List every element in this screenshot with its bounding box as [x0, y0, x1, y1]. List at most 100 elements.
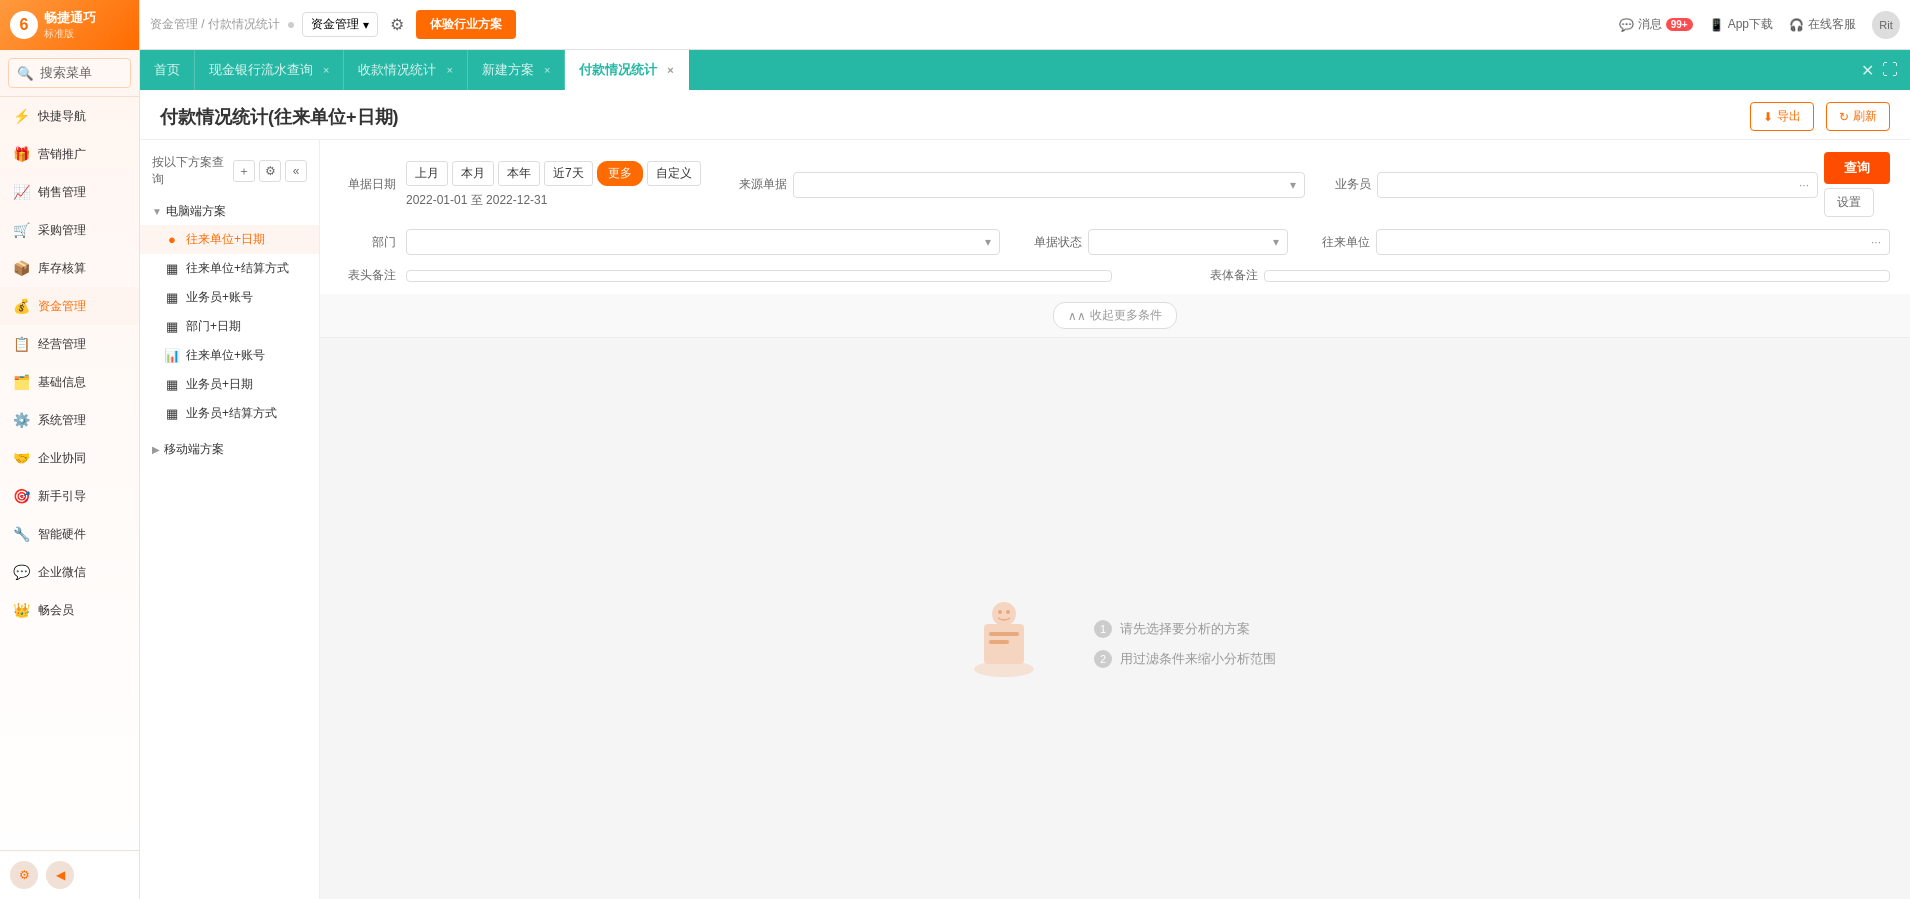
topbar: 资金管理 / 付款情况统计 资金管理 ▾ ⚙ 体验行业方案 💬 消息 99+ 📱…: [140, 0, 1910, 50]
sidebar-item-label: 资金管理: [38, 298, 86, 315]
app-download-button[interactable]: 📱 App下载: [1709, 16, 1773, 33]
scheme-grid-icon: ▦: [164, 377, 180, 393]
sidebar-item-basic-info[interactable]: 🗂️ 基础信息: [0, 363, 139, 401]
collapse-panel-button[interactable]: «: [285, 160, 307, 182]
export-button[interactable]: ⬇ 导出: [1750, 102, 1814, 131]
breadcrumb-dropdown[interactable]: 资金管理 ▾: [302, 12, 378, 37]
tab-home[interactable]: 首页: [140, 50, 195, 90]
online-service-button[interactable]: 🎧 在线客服: [1789, 16, 1856, 33]
scheme-staff-date[interactable]: ▦ 业务员+日期: [140, 370, 319, 399]
dept-input[interactable]: ▾: [406, 229, 1000, 255]
tab-receipt-close[interactable]: ×: [446, 64, 452, 76]
sidebar-item-member[interactable]: 👑 畅会员: [0, 591, 139, 629]
partner-input[interactable]: ···: [1376, 229, 1890, 255]
scheme-label: 往来单位+账号: [186, 347, 265, 364]
date-range-display: 2022-01-01 至 2022-12-31: [406, 192, 701, 209]
user-avatar[interactable]: Rit: [1872, 11, 1900, 39]
scheme-staff-settle[interactable]: ▦ 业务员+结算方式: [140, 399, 319, 428]
collapse-sidebar-button[interactable]: ◀: [46, 861, 74, 889]
tab-new-scheme-label: 新建方案: [482, 61, 534, 79]
settings-button[interactable]: 设置: [1824, 188, 1874, 217]
desktop-section-header[interactable]: ▼ 电脑端方案: [140, 198, 319, 225]
date-custom-btn[interactable]: 自定义: [647, 161, 701, 186]
close-all-tabs-button[interactable]: ✕: [1861, 61, 1874, 80]
tab-payment-close[interactable]: ×: [667, 64, 673, 76]
sidebar-item-purchase[interactable]: 🛒 采购管理: [0, 211, 139, 249]
app-subtitle: 标准版: [44, 27, 96, 41]
sidebar-item-finance[interactable]: 💰 资金管理: [0, 287, 139, 325]
date-this-month-btn[interactable]: 本月: [452, 161, 494, 186]
collapse-conditions-button[interactable]: ∧∧ 收起更多条件: [1053, 302, 1177, 329]
sidebar-item-sales[interactable]: 📈 销售管理: [0, 173, 139, 211]
tab-bank-close[interactable]: ×: [323, 64, 329, 76]
sidebar-item-inventory[interactable]: 📦 库存核算: [0, 249, 139, 287]
settings-footer-button[interactable]: ⚙: [10, 861, 38, 889]
tab-receipt[interactable]: 收款情况统计 ×: [344, 50, 467, 90]
empty-step-1-text: 请先选择要分析的方案: [1120, 620, 1250, 638]
sales-icon: 📈: [12, 183, 30, 201]
scheme-dept-date[interactable]: ▦ 部门+日期: [140, 312, 319, 341]
left-scheme-panel: 按以下方案查询 ＋ ⚙ « ▼ 电脑端方案 ● 往来单位+日期: [140, 140, 320, 899]
svg-point-4: [992, 602, 1016, 626]
tab-bank[interactable]: 现金银行流水查询 ×: [195, 50, 344, 90]
empty-step-2-text: 用过滤条件来缩小分析范围: [1120, 650, 1276, 668]
date-more-btn[interactable]: 更多: [597, 161, 643, 186]
scheme-grid-icon: ▦: [164, 406, 180, 422]
sidebar-item-wechat[interactable]: 💬 企业微信: [0, 553, 139, 591]
try-industry-button[interactable]: 体验行业方案: [416, 10, 516, 39]
guide-icon: 🎯: [12, 487, 30, 505]
sidebar-item-operations[interactable]: 📋 经营管理: [0, 325, 139, 363]
source-input[interactable]: ▾: [793, 172, 1306, 198]
search-menu-button[interactable]: 🔍 搜索菜单: [8, 58, 131, 88]
header-note-input[interactable]: [406, 270, 1112, 282]
content-inner: 按以下方案查询 ＋ ⚙ « ▼ 电脑端方案 ● 往来单位+日期: [140, 140, 1910, 899]
messages-button[interactable]: 💬 消息 99+: [1619, 16, 1693, 33]
sidebar-item-marketing[interactable]: 🎁 营销推广: [0, 135, 139, 173]
scheme-label: 往来单位+结算方式: [186, 260, 289, 277]
left-panel-header: 按以下方案查询 ＋ ⚙ «: [140, 148, 319, 194]
body-note-input[interactable]: [1264, 270, 1890, 282]
scheme-partner-date[interactable]: ● 往来单位+日期: [140, 225, 319, 254]
chevron-down-icon: ▾: [1290, 178, 1296, 192]
sidebar-item-label: 经营管理: [38, 336, 86, 353]
sidebar-item-quick-nav[interactable]: ⚡ 快捷导航: [0, 97, 139, 135]
edit-scheme-button[interactable]: ⚙: [259, 160, 281, 182]
sidebar-item-guide[interactable]: 🎯 新手引导: [0, 477, 139, 515]
add-scheme-button[interactable]: ＋: [233, 160, 255, 182]
svg-rect-2: [989, 632, 1019, 636]
search-icon: 🔍: [17, 66, 34, 81]
doc-status-input[interactable]: ▾: [1088, 229, 1288, 255]
sidebar-item-label: 快捷导航: [38, 108, 86, 125]
purchase-icon: 🛒: [12, 221, 30, 239]
sidebar-item-enterprise[interactable]: 🤝 企业协同: [0, 439, 139, 477]
sidebar-item-label: 企业协同: [38, 450, 86, 467]
scheme-partner-account[interactable]: 📊 往来单位+账号: [140, 341, 319, 370]
doc-status-filter-label: 单据状态: [1026, 234, 1082, 251]
sidebar-item-label: 采购管理: [38, 222, 86, 239]
date-last-month-btn[interactable]: 上月: [406, 161, 448, 186]
scheme-label: 业务员+结算方式: [186, 405, 277, 422]
desktop-scheme-section: ▼ 电脑端方案 ● 往来单位+日期 ▦ 往来单位+结算方式 ▦ 业务员+账号: [140, 194, 319, 432]
refresh-button[interactable]: ↻ 刷新: [1826, 102, 1890, 131]
scheme-staff-account[interactable]: ▦ 业务员+账号: [140, 283, 319, 312]
tab-new-scheme-close[interactable]: ×: [544, 64, 550, 76]
operations-icon: 📋: [12, 335, 30, 353]
sidebar-item-label: 销售管理: [38, 184, 86, 201]
tab-payment-label: 付款情况统计: [579, 61, 657, 79]
tab-new-scheme[interactable]: 新建方案 ×: [468, 50, 565, 90]
query-button[interactable]: 查询: [1824, 152, 1890, 184]
sidebar-item-system[interactable]: ⚙️ 系统管理: [0, 401, 139, 439]
sidebar-item-label: 新手引导: [38, 488, 86, 505]
sidebar-item-hardware[interactable]: 🔧 智能硬件: [0, 515, 139, 553]
tab-payment[interactable]: 付款情况统计 ×: [565, 50, 688, 90]
date-last-7days-btn[interactable]: 近7天: [544, 161, 593, 186]
fullscreen-button[interactable]: ⛶: [1882, 61, 1898, 79]
partner-filter-label: 往来单位: [1314, 234, 1370, 251]
scheme-partner-settle[interactable]: ▦ 往来单位+结算方式: [140, 254, 319, 283]
empty-state-icon: [954, 594, 1054, 694]
date-this-year-btn[interactable]: 本年: [498, 161, 540, 186]
mobile-section-header[interactable]: ▶ 移动端方案: [140, 436, 319, 463]
settings-gear-button[interactable]: ⚙: [386, 11, 408, 38]
staff-input[interactable]: ···: [1377, 172, 1818, 198]
sidebar-item-label: 基础信息: [38, 374, 86, 391]
